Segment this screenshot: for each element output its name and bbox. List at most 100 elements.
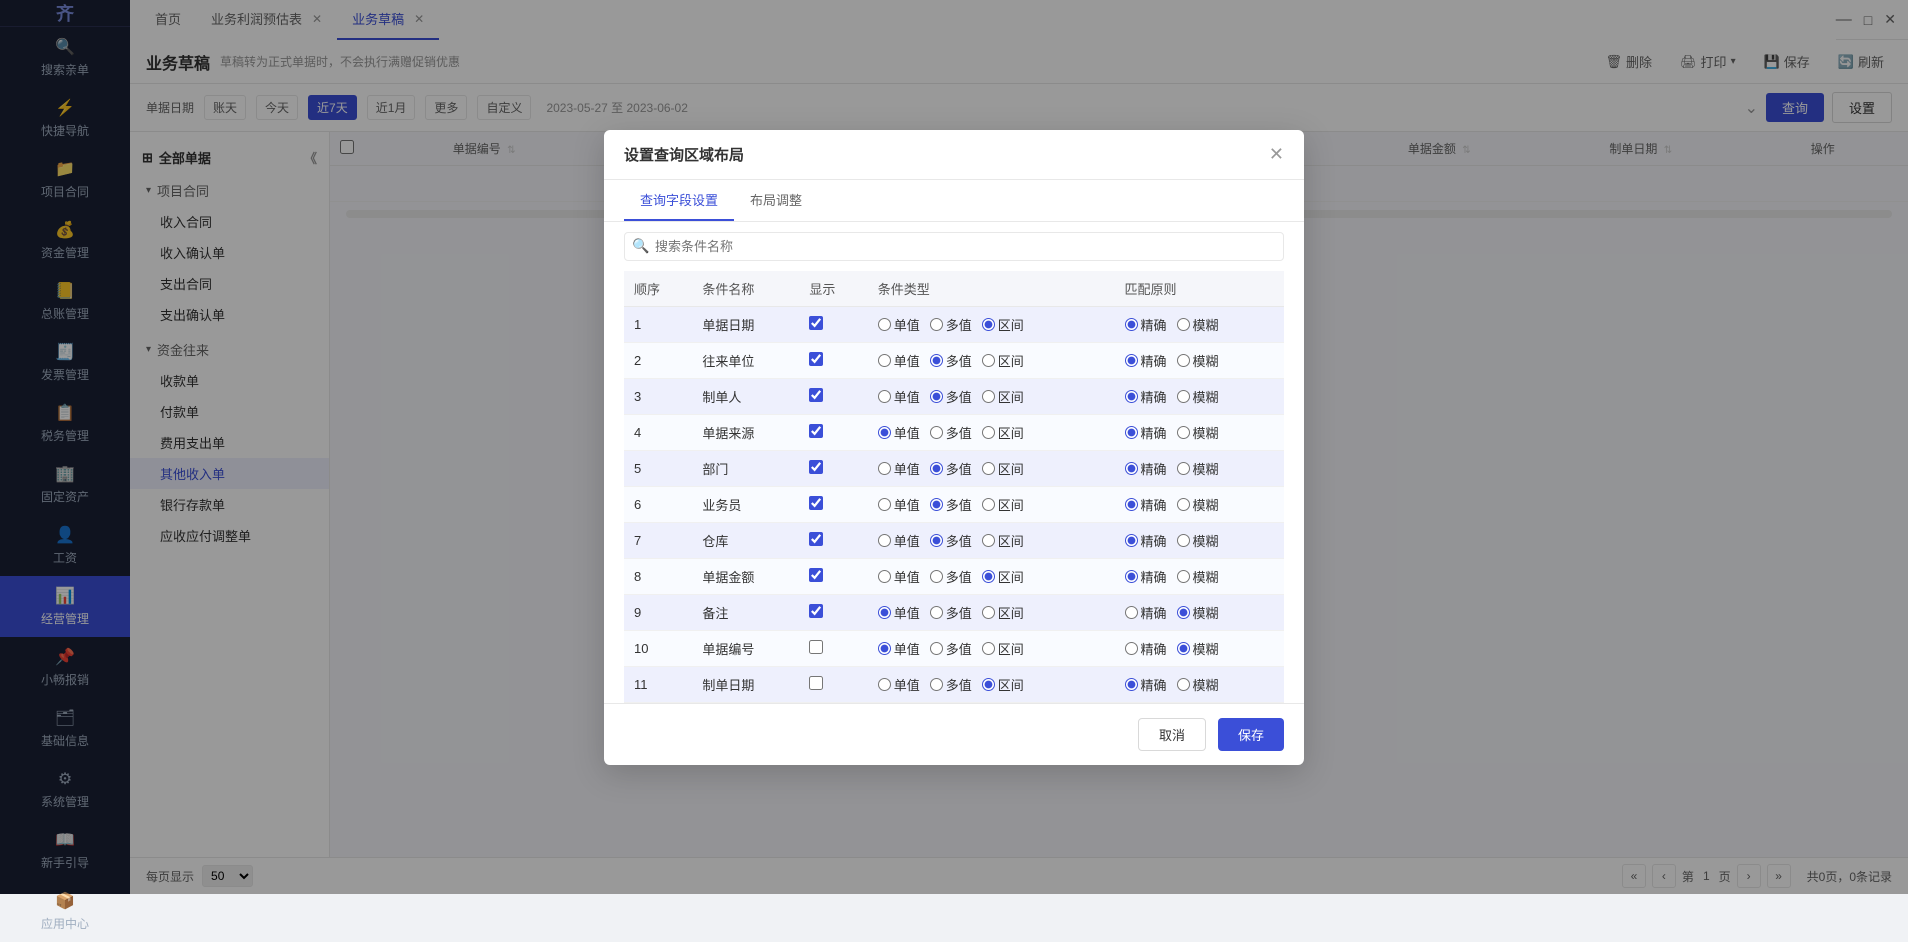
row-match-principle[interactable]: 精确 模糊 [1115, 306, 1284, 342]
row-match-principle[interactable]: 精确 模糊 [1115, 666, 1284, 702]
range-radio[interactable] [982, 498, 995, 511]
single-radio[interactable] [878, 462, 891, 475]
fuzzy-radio[interactable] [1177, 570, 1190, 583]
fuzzy-radio[interactable] [1177, 678, 1190, 691]
row-display[interactable] [799, 306, 867, 342]
single-radio[interactable] [878, 678, 891, 691]
single-radio-label[interactable]: 单值 [878, 423, 920, 442]
fuzzy-radio[interactable] [1177, 534, 1190, 547]
row-display[interactable] [799, 630, 867, 666]
row-match-principle[interactable]: 精确 模糊 [1115, 594, 1284, 630]
multi-radio[interactable] [930, 606, 943, 619]
single-radio-label[interactable]: 单值 [878, 387, 920, 406]
multi-radio-label[interactable]: 多值 [930, 315, 972, 334]
row-match-principle[interactable]: 精确 模糊 [1115, 630, 1284, 666]
row-condition-type[interactable]: 单值 多值 区间 [868, 450, 1115, 486]
multi-radio-label[interactable]: 多值 [930, 387, 972, 406]
exact-radio[interactable] [1125, 498, 1138, 511]
display-checkbox[interactable] [809, 676, 823, 690]
modal-overlay[interactable]: 设置查询区域布局 ✕ 查询字段设置 布局调整 🔍 [0, 0, 1908, 894]
multi-radio-label[interactable]: 多值 [930, 459, 972, 478]
row-display[interactable] [799, 594, 867, 630]
row-condition-type[interactable]: 单值 多值 区间 [868, 378, 1115, 414]
exact-radio-label[interactable]: 精确 [1125, 567, 1167, 586]
fuzzy-radio[interactable] [1177, 462, 1190, 475]
exact-radio[interactable] [1125, 462, 1138, 475]
row-condition-type[interactable]: 单值 多值 区间 [868, 306, 1115, 342]
multi-radio[interactable] [930, 318, 943, 331]
row-display[interactable] [799, 486, 867, 522]
row-condition-type[interactable]: 单值 多值 区间 [868, 486, 1115, 522]
row-condition-type[interactable]: 单值 多值 区间 [868, 414, 1115, 450]
single-radio-label[interactable]: 单值 [878, 315, 920, 334]
range-radio-label[interactable]: 区间 [982, 315, 1024, 334]
multi-radio[interactable] [930, 462, 943, 475]
fuzzy-radio-label[interactable]: 模糊 [1177, 495, 1219, 514]
single-radio-label[interactable]: 单值 [878, 531, 920, 550]
multi-radio-label[interactable]: 多值 [930, 531, 972, 550]
exact-radio[interactable] [1125, 642, 1138, 655]
display-checkbox[interactable] [809, 532, 823, 546]
modal-tab-layout[interactable]: 布局调整 [734, 180, 818, 221]
exact-radio[interactable] [1125, 570, 1138, 583]
range-radio[interactable] [982, 606, 995, 619]
row-display[interactable] [799, 342, 867, 378]
row-match-principle[interactable]: 精确 模糊 [1115, 486, 1284, 522]
range-radio[interactable] [982, 462, 995, 475]
single-radio[interactable] [878, 570, 891, 583]
display-checkbox[interactable] [809, 640, 823, 654]
fuzzy-radio[interactable] [1177, 606, 1190, 619]
single-radio[interactable] [878, 606, 891, 619]
fuzzy-radio-label[interactable]: 模糊 [1177, 639, 1219, 658]
multi-radio-label[interactable]: 多值 [930, 603, 972, 622]
row-condition-type[interactable]: 单值 多值 区间 [868, 342, 1115, 378]
modal-close-button[interactable]: ✕ [1269, 145, 1284, 163]
multi-radio-label[interactable]: 多值 [930, 567, 972, 586]
row-match-principle[interactable]: 精确 模糊 [1115, 558, 1284, 594]
row-condition-type[interactable]: 单值 多值 区间 [868, 522, 1115, 558]
multi-radio-label[interactable]: 多值 [930, 639, 972, 658]
fuzzy-radio[interactable] [1177, 390, 1190, 403]
range-radio-label[interactable]: 区间 [982, 639, 1024, 658]
row-condition-type[interactable]: 单值 多值 区间 [868, 558, 1115, 594]
modal-tab-fields[interactable]: 查询字段设置 [624, 180, 734, 221]
fuzzy-radio-label[interactable]: 模糊 [1177, 531, 1219, 550]
exact-radio-label[interactable]: 精确 [1125, 675, 1167, 694]
range-radio[interactable] [982, 390, 995, 403]
range-radio[interactable] [982, 678, 995, 691]
range-radio[interactable] [982, 642, 995, 655]
exact-radio[interactable] [1125, 426, 1138, 439]
single-radio[interactable] [878, 426, 891, 439]
fuzzy-radio-label[interactable]: 模糊 [1177, 567, 1219, 586]
single-radio[interactable] [878, 642, 891, 655]
row-display[interactable] [799, 666, 867, 702]
fuzzy-radio[interactable] [1177, 318, 1190, 331]
row-match-principle[interactable]: 精确 模糊 [1115, 342, 1284, 378]
fuzzy-radio[interactable] [1177, 426, 1190, 439]
exact-radio-label[interactable]: 精确 [1125, 351, 1167, 370]
single-radio-label[interactable]: 单值 [878, 459, 920, 478]
exact-radio-label[interactable]: 精确 [1125, 639, 1167, 658]
multi-radio[interactable] [930, 498, 943, 511]
row-display[interactable] [799, 414, 867, 450]
multi-radio[interactable] [930, 678, 943, 691]
exact-radio[interactable] [1125, 318, 1138, 331]
display-checkbox[interactable] [809, 424, 823, 438]
fuzzy-radio[interactable] [1177, 498, 1190, 511]
multi-radio[interactable] [930, 642, 943, 655]
exact-radio-label[interactable]: 精确 [1125, 603, 1167, 622]
single-radio[interactable] [878, 390, 891, 403]
fuzzy-radio-label[interactable]: 模糊 [1177, 423, 1219, 442]
exact-radio-label[interactable]: 精确 [1125, 387, 1167, 406]
range-radio-label[interactable]: 区间 [982, 675, 1024, 694]
single-radio-label[interactable]: 单值 [878, 603, 920, 622]
single-radio[interactable] [878, 354, 891, 367]
multi-radio[interactable] [930, 534, 943, 547]
row-condition-type[interactable]: 单值 多值 区间 [868, 594, 1115, 630]
single-radio[interactable] [878, 534, 891, 547]
multi-radio[interactable] [930, 570, 943, 583]
modal-search-input[interactable] [624, 232, 1284, 261]
range-radio-label[interactable]: 区间 [982, 567, 1024, 586]
row-match-principle[interactable]: 精确 模糊 [1115, 450, 1284, 486]
range-radio-label[interactable]: 区间 [982, 459, 1024, 478]
